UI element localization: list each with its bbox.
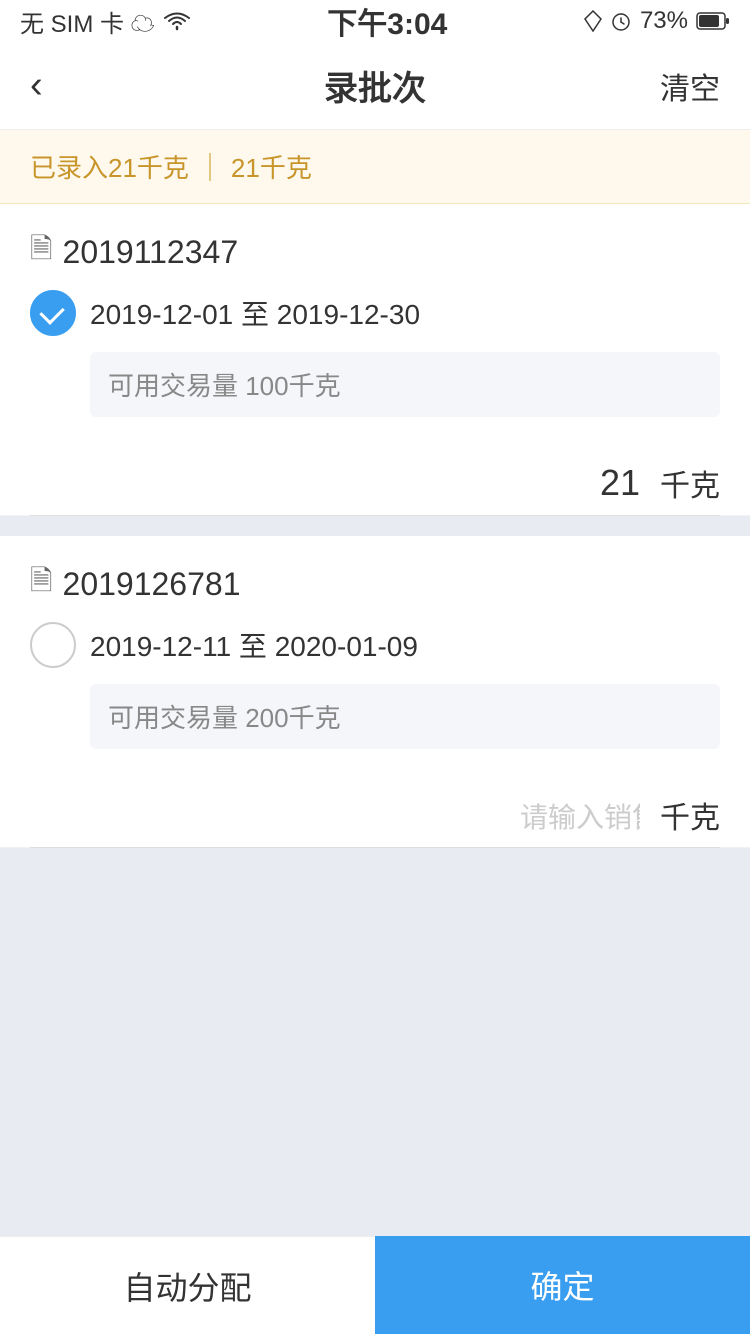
input-row-2: 千克 <box>0 773 750 847</box>
clear-button[interactable]: 清空 <box>660 64 720 108</box>
total-amount: 21千克 <box>231 148 312 185</box>
batch-icon-1: 🗎 <box>30 228 53 276</box>
batch-date-row-1: 2019-12-01 至 2019-12-30 <box>30 290 720 336</box>
sim-text: 无 SIM 卡 ☁ <box>20 4 155 39</box>
bottom-area <box>0 848 750 1288</box>
amount-row-1: 千克 <box>0 441 750 515</box>
radio-btn-2[interactable] <box>30 622 76 668</box>
section-separator <box>0 516 750 536</box>
batch-header-1: 🗎 2019112347 <box>30 228 720 276</box>
bottom-buttons: 自动分配 确定 <box>0 1236 750 1334</box>
status-time: 下午3:04 <box>327 0 447 43</box>
batch-header-2: 🗎 2019126781 <box>30 560 720 608</box>
nav-bar: ‹ 录批次 清空 <box>0 42 750 130</box>
batch-number-1: 2019112347 <box>63 234 239 271</box>
batch-item-2: 🗎 2019126781 2019-12-11 至 2020-01-09 可用交… <box>0 536 750 773</box>
avail-bar-1: 可用交易量 100千克 <box>90 352 720 417</box>
auto-distribute-button[interactable]: 自动分配 <box>0 1236 375 1334</box>
info-banner: 已录入21千克 21千克 <box>0 130 750 204</box>
batch-date-2: 2019-12-11 至 2020-01-09 <box>90 625 418 665</box>
wifi-icon <box>163 11 191 31</box>
batch-icon-2: 🗎 <box>30 560 53 608</box>
amount-input-2[interactable] <box>520 794 640 836</box>
battery-text: 73% <box>640 7 688 35</box>
amount-input-1[interactable] <box>520 462 640 504</box>
status-left: 无 SIM 卡 ☁ <box>20 4 191 39</box>
avail-bar-2: 可用交易量 200千克 <box>90 684 720 749</box>
page-title: 录批次 <box>324 61 426 110</box>
batch-number-2: 2019126781 <box>63 566 241 603</box>
alarm-icon <box>610 10 632 32</box>
confirm-button[interactable]: 确定 <box>375 1236 750 1334</box>
recorded-amount: 已录入21千克 <box>30 148 189 185</box>
location-icon <box>584 10 602 32</box>
banner-divider <box>209 153 211 181</box>
back-button[interactable]: ‹ <box>30 64 90 107</box>
batch-date-1: 2019-12-01 至 2019-12-30 <box>90 293 420 333</box>
status-bar: 无 SIM 卡 ☁ 下午3:04 73% <box>0 0 750 42</box>
batch-date-row-2: 2019-12-11 至 2020-01-09 <box>30 622 720 668</box>
amount-unit-2: 千克 <box>660 793 720 837</box>
amount-unit-1: 千克 <box>660 461 720 505</box>
batch-item-1: 🗎 2019112347 2019-12-01 至 2019-12-30 可用交… <box>0 204 750 441</box>
status-right: 73% <box>584 7 730 35</box>
radio-btn-1[interactable] <box>30 290 76 336</box>
battery-icon <box>696 12 730 30</box>
